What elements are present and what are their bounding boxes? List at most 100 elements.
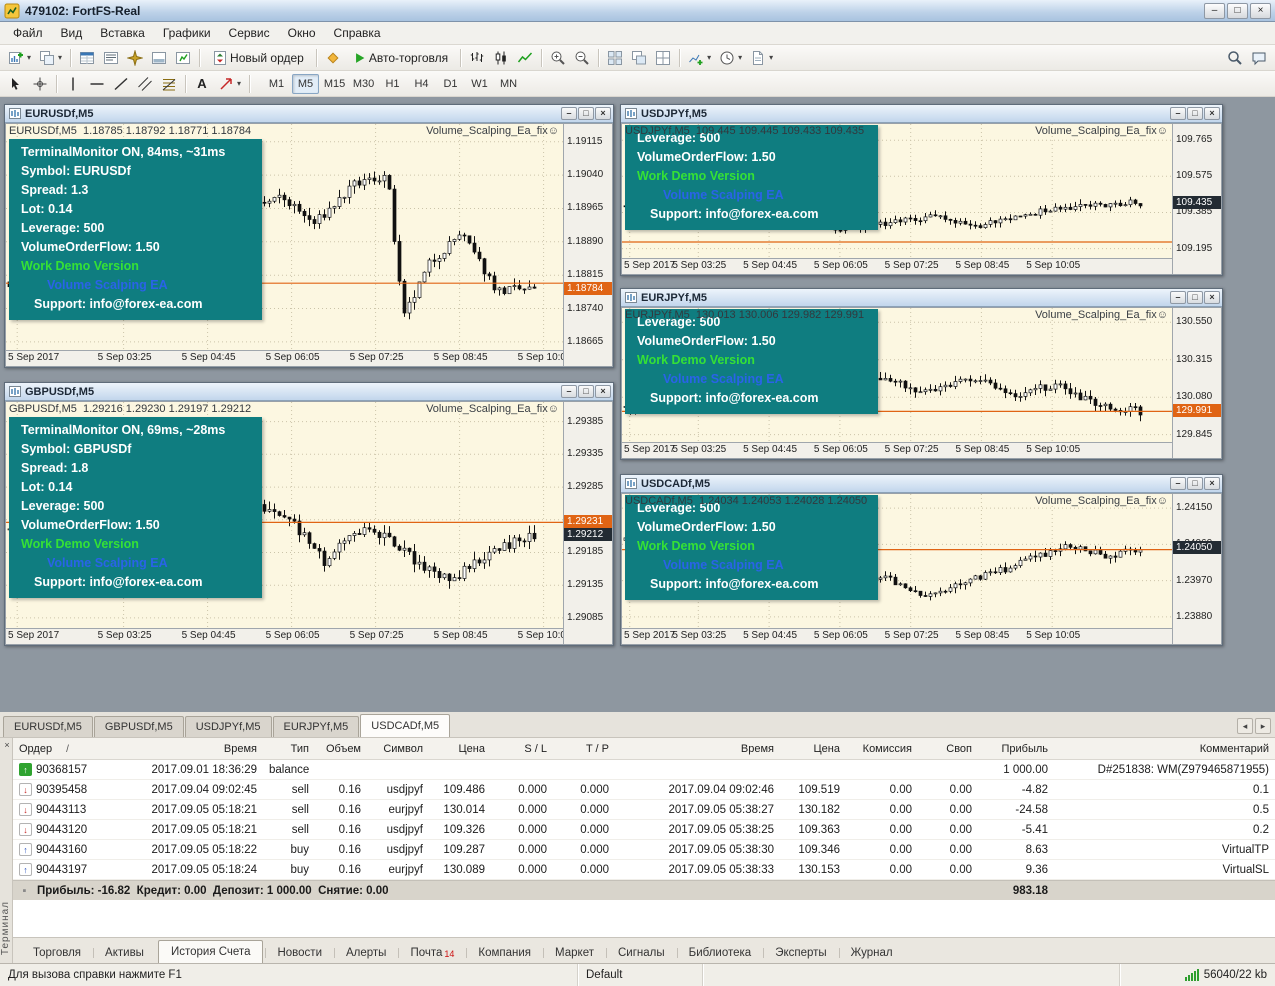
new-chart-button[interactable]: ▾	[4, 47, 35, 69]
horizontal-line-tool-button[interactable]	[85, 73, 109, 95]
menu-item-6[interactable]: Справка	[325, 23, 390, 43]
terminal-tab-5[interactable]: Почта 14	[398, 943, 466, 963]
chart-close-button[interactable]: ×	[595, 107, 611, 120]
chart-close-button[interactable]: ×	[1204, 291, 1220, 304]
terminal-tab-8[interactable]: Сигналы	[606, 943, 677, 963]
column-header-10[interactable]: Комиссия	[846, 743, 918, 755]
terminal-tab-6[interactable]: Компания	[466, 943, 543, 963]
terminal-tab-9[interactable]: Библиотека	[676, 943, 764, 963]
timeframe-button-d1[interactable]: D1	[437, 74, 464, 94]
tabs-scroll-left-button[interactable]: ◂	[1237, 718, 1253, 734]
price-scale[interactable]: 1.293851.293351.292851.292351.291851.291…	[564, 402, 612, 629]
chart-minimize-button[interactable]: –	[561, 385, 577, 398]
price-scale[interactable]: 130.550 130.315 130.080 129.845 129.991	[1173, 308, 1221, 443]
chart-restore-button[interactable]: □	[578, 107, 594, 120]
column-header-3[interactable]: Объем	[315, 743, 367, 755]
terminal-close-button[interactable]: ×	[2, 741, 12, 751]
market-watch-button[interactable]	[75, 47, 99, 69]
crosshair-tool-button[interactable]	[28, 73, 52, 95]
chart-plot-area[interactable]: TerminalMonitor ON, 84ms, ~31ms Symbol: E…	[6, 124, 564, 351]
timeframe-button-m15[interactable]: M15	[321, 74, 348, 94]
timeframe-button-m1[interactable]: M1	[263, 74, 290, 94]
timeframe-button-mn[interactable]: MN	[495, 74, 522, 94]
history-row[interactable]: ↓ 90443120 2017.09.05 05:18:21 sell 0.16 usdj…	[13, 820, 1275, 840]
chart-tab-2[interactable]: USDJPYf,M5	[184, 716, 272, 737]
window-titlebar[interactable]: 479102: FortFS-Real – □ ×	[0, 0, 1275, 22]
fibonacci-tool-button[interactable]	[157, 73, 181, 95]
chart-minimize-button[interactable]: –	[1170, 291, 1186, 304]
column-header-9[interactable]: Цена	[780, 743, 846, 755]
zoom-in-button[interactable]	[546, 47, 570, 69]
column-header-6[interactable]: S / L	[491, 743, 553, 755]
timeframe-button-h1[interactable]: H1	[379, 74, 406, 94]
terminal-tab-3[interactable]: Новости	[265, 943, 334, 963]
column-header-11[interactable]: Своп	[918, 743, 978, 755]
menu-item-4[interactable]: Сервис	[220, 23, 279, 43]
templates-button[interactable]: ▾	[746, 47, 777, 69]
column-header-2[interactable]: Тип	[263, 743, 315, 755]
terminal-tab-1[interactable]: Активы	[93, 943, 156, 963]
menu-item-2[interactable]: Вставка	[91, 23, 154, 43]
column-header-13[interactable]: Комментарий	[1054, 743, 1275, 755]
column-header-1[interactable]: Время	[128, 743, 263, 755]
vertical-line-tool-button[interactable]	[61, 73, 85, 95]
zoom-out-button[interactable]	[570, 47, 594, 69]
chart-minimize-button[interactable]: –	[561, 107, 577, 120]
chart-plot-area[interactable]: Leverage: 500 VolumeOrderFlow: 1.50 Work D…	[622, 494, 1173, 629]
column-header-4[interactable]: Символ	[367, 743, 429, 755]
equidistant-channel-tool-button[interactable]	[133, 73, 157, 95]
chart-restore-button[interactable]: □	[578, 385, 594, 398]
terminal-tab-4[interactable]: Алерты	[334, 943, 398, 963]
history-row[interactable]: ↑ 90443160 2017.09.05 05:18:22 buy 0.16 usdjp…	[13, 840, 1275, 860]
cursor-tool-button[interactable]	[4, 73, 28, 95]
chart-close-button[interactable]: ×	[595, 385, 611, 398]
arrows-tool-button[interactable]: ▾	[214, 73, 245, 95]
time-axis[interactable]: 5 Sep 2017 5 Sep 03:25 5 Sep 04:45 5 Sep 06…	[6, 351, 564, 366]
periods-button[interactable]: ▾	[715, 47, 746, 69]
terminal-tab-11[interactable]: Журнал	[838, 943, 905, 963]
arrange-windows-button[interactable]	[651, 47, 675, 69]
chart-restore-button[interactable]: □	[1187, 477, 1203, 490]
column-header-7[interactable]: T / P	[553, 743, 615, 755]
time-axis[interactable]: 5 Sep 2017 5 Sep 03:25 5 Sep 04:45 5 Sep 06…	[622, 629, 1173, 644]
price-scale[interactable]: 109.765 109.575 109.385 109.195 109.435	[1173, 124, 1221, 259]
bar-chart-button[interactable]	[465, 47, 489, 69]
close-button[interactable]: ×	[1250, 2, 1271, 19]
chart-tab-1[interactable]: GBPUSDf,M5	[93, 716, 184, 737]
chart-window-titlebar[interactable]: USDCADf,M5 – □ ×	[621, 475, 1222, 493]
new-order-button[interactable]: Новый ордер	[204, 47, 312, 69]
chart-close-button[interactable]: ×	[1204, 477, 1220, 490]
chart-close-button[interactable]: ×	[1204, 107, 1220, 120]
candlestick-chart-button[interactable]	[489, 47, 513, 69]
timeframe-button-h4[interactable]: H4	[408, 74, 435, 94]
terminal-tab-10[interactable]: Эксперты	[763, 943, 838, 963]
chart-plot-area[interactable]: Leverage: 500 VolumeOrderFlow: 1.50 Work D…	[622, 308, 1173, 443]
tile-windows-button[interactable]	[603, 47, 627, 69]
column-header-5[interactable]: Цена	[429, 743, 491, 755]
chart-restore-button[interactable]: □	[1187, 107, 1203, 120]
strategy-tester-button[interactable]	[171, 47, 195, 69]
chart-tab-3[interactable]: EURJPYf,M5	[272, 716, 360, 737]
terminal-tab-0[interactable]: Торговля	[21, 943, 93, 963]
chart-window-titlebar[interactable]: EURUSDf,M5 – □ ×	[5, 105, 613, 123]
chart-window-titlebar[interactable]: EURJPYf,M5 – □ ×	[621, 289, 1222, 307]
time-axis[interactable]: 5 Sep 2017 5 Sep 03:25 5 Sep 04:45 5 Sep 06…	[6, 629, 564, 644]
search-button[interactable]	[1223, 47, 1247, 69]
chart-restore-button[interactable]: □	[1187, 291, 1203, 304]
column-header-8[interactable]: Время	[615, 743, 780, 755]
data-window-button[interactable]	[99, 47, 123, 69]
terminal-tab-7[interactable]: Маркет	[543, 943, 606, 963]
menu-item-0[interactable]: Файл	[4, 23, 52, 43]
terminal-button[interactable]	[147, 47, 171, 69]
column-header-0[interactable]: Ордер /	[13, 743, 128, 755]
timeframe-button-w1[interactable]: W1	[466, 74, 493, 94]
chart-minimize-button[interactable]: –	[1170, 477, 1186, 490]
chart-tab-0[interactable]: EURUSDf,M5	[3, 716, 93, 737]
time-axis[interactable]: 5 Sep 2017 5 Sep 03:25 5 Sep 04:45 5 Sep 06…	[622, 443, 1173, 458]
indicators-button[interactable]: ▾	[684, 47, 715, 69]
terminal-tab-2[interactable]: История Счета	[157, 940, 264, 963]
line-chart-button[interactable]	[513, 47, 537, 69]
status-profile[interactable]: Default	[578, 964, 703, 986]
chart-window-titlebar[interactable]: USDJPYf,M5 – □ ×	[621, 105, 1222, 123]
autotrading-button[interactable]: Авто-торговля	[345, 47, 456, 69]
